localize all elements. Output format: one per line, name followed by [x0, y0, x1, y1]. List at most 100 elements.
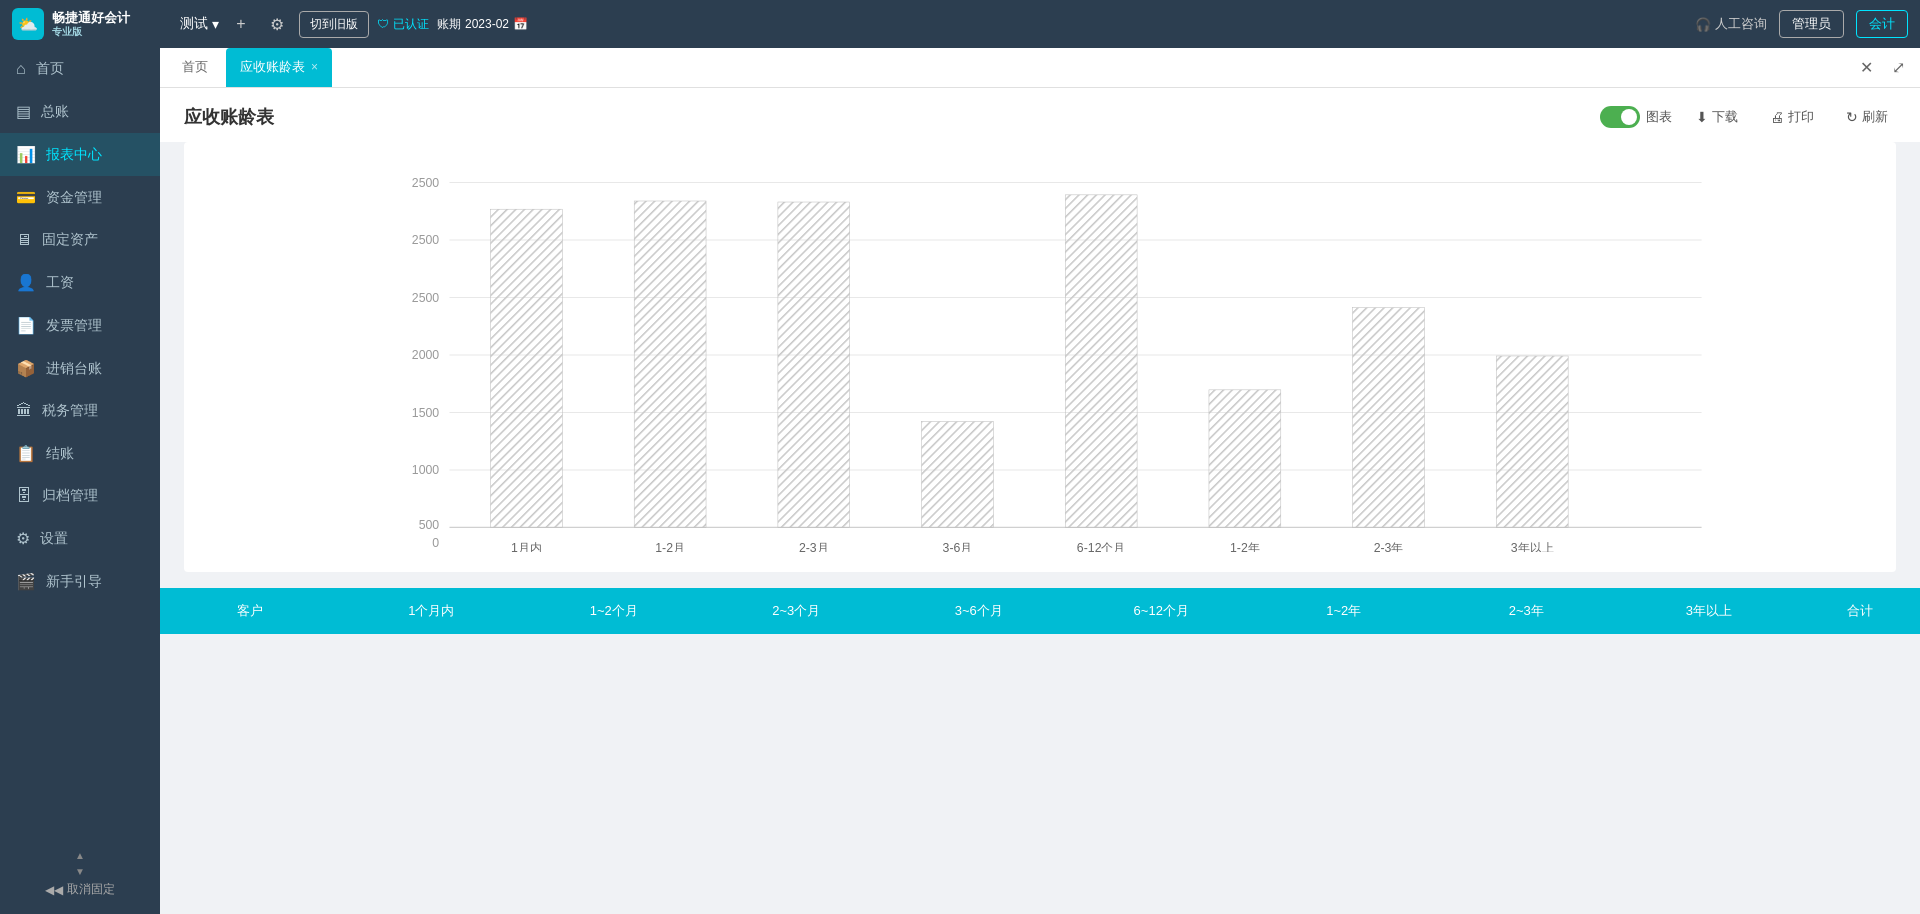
add-button[interactable]: +: [227, 10, 255, 38]
topbar-right: 🎧 人工咨询 管理员 会计: [1695, 10, 1908, 38]
sidebar-item-funds[interactable]: 💳资金管理: [0, 176, 160, 219]
sidebar-item-label: 发票管理: [46, 317, 102, 335]
sidebar-item-tax[interactable]: 🏛 税务管理: [0, 390, 160, 432]
user-button[interactable]: 管理员: [1779, 10, 1844, 38]
report-header: 应收账龄表 图表 ⬇ 下载 🖨 打印 ↻: [160, 88, 1920, 142]
tab-home[interactable]: 首页: [168, 48, 222, 87]
print-icon: 🖨: [1770, 109, 1784, 125]
scroll-up-button[interactable]: ▲: [70, 849, 90, 861]
svg-text:6-12个月: 6-12个月: [1077, 541, 1126, 552]
sidebar-item-wages[interactable]: 👤工资: [0, 261, 160, 304]
settings-icon: ⚙: [16, 529, 30, 548]
settings-button[interactable]: ⚙: [263, 10, 291, 38]
refresh-button[interactable]: ↻ 刷新: [1838, 104, 1896, 130]
svg-text:2500: 2500: [412, 233, 440, 247]
bar-1月内: [491, 209, 563, 527]
sidebar-item-label: 总账: [41, 103, 69, 121]
sidebar-item-label: 税务管理: [42, 402, 98, 420]
main-layout: ⌂首页▤总账📊报表中心💳资金管理🖥固定资产👤工资 📄 发票管理 📦 进销台账 🏛 税务管理 📋…: [0, 48, 1920, 914]
account-button[interactable]: 会计: [1856, 10, 1908, 38]
toggle-label: 图表: [1646, 108, 1672, 126]
logo-icon: ⛅: [12, 8, 44, 40]
project-selector[interactable]: 测试 ▾: [180, 15, 219, 33]
bar-6-12月: [1065, 195, 1137, 528]
page-content: 应收账龄表 图表 ⬇ 下载 🖨 打印 ↻: [160, 88, 1920, 914]
tab-bar: 首页 应收账龄表 × ✕ ⤢: [160, 48, 1920, 88]
bar-2-3月: [778, 202, 850, 527]
cancel-fixed-label: 取消固定: [67, 881, 115, 898]
chart-toggle[interactable]: [1600, 106, 1640, 128]
table-header-cell: 1个月内: [340, 588, 523, 634]
svg-text:1-2年: 1-2年: [1230, 541, 1260, 552]
close-icon: 📋: [16, 444, 36, 463]
purchases-icon: 📦: [16, 359, 36, 378]
assets-icon: 🖥: [16, 231, 32, 249]
scroll-down-button[interactable]: ▼: [70, 865, 90, 877]
tab-actions: ✕ ⤢: [1852, 54, 1912, 82]
sidebar-item-label: 报表中心: [46, 146, 102, 164]
period-badge: 账期 2023-02 📅: [437, 16, 528, 33]
guide-icon: 🎬: [16, 572, 36, 591]
tab-close-icon[interactable]: ×: [311, 60, 318, 74]
download-button[interactable]: ⬇ 下载: [1688, 104, 1746, 130]
svg-text:3年以上: 3年以上: [1511, 541, 1554, 552]
cancel-fixed-button[interactable]: ◀◀ 取消固定: [45, 881, 115, 898]
close-window-button[interactable]: ✕: [1852, 54, 1880, 82]
sidebar-item-purchases[interactable]: 📦 进销台账: [0, 347, 160, 390]
sidebar-item-label: 设置: [40, 530, 68, 548]
download-icon: ⬇: [1696, 109, 1708, 125]
headset-icon: 🎧: [1695, 17, 1711, 32]
project-name: 测试: [180, 15, 208, 33]
sidebar-item-close[interactable]: 📋 结账: [0, 432, 160, 475]
tab-label: 首页: [182, 58, 208, 76]
svg-text:2-3年: 2-3年: [1374, 541, 1404, 552]
expand-button[interactable]: ⤢: [1884, 54, 1912, 82]
bar-chart: 2500 2500 2500 2000 1500 1000 500 0: [234, 162, 1876, 552]
bar-1-2月: [634, 201, 706, 527]
table-header-cell: 3~6个月: [888, 588, 1071, 634]
sidebar-item-label: 新手引导: [46, 573, 102, 591]
sidebar-item-home[interactable]: ⌂首页: [0, 48, 160, 90]
topbar-nav: 测试 ▾ + ⚙ 切到旧版 🛡 已认证 账期 2023-02 📅: [172, 10, 1695, 38]
page-title: 应收账龄表: [184, 105, 274, 129]
tab-label: 应收账龄表: [240, 58, 305, 76]
table-header-cell: 3年以上: [1618, 588, 1801, 634]
sidebar-item-label: 工资: [46, 274, 74, 292]
svg-text:2000: 2000: [412, 348, 440, 362]
sidebar-item-archive[interactable]: 🗄归档管理: [0, 475, 160, 517]
bar-1-2年: [1209, 390, 1281, 528]
svg-text:2500: 2500: [412, 176, 440, 190]
sidebar-item-label: 结账: [46, 445, 74, 463]
sidebar-item-assets[interactable]: 🖥固定资产: [0, 219, 160, 261]
sidebar: ⌂首页▤总账📊报表中心💳资金管理🖥固定资产👤工资 📄 发票管理 📦 进销台账 🏛 税务管理 📋…: [0, 48, 160, 914]
svg-text:1月内: 1月内: [511, 541, 542, 552]
table-header-cell: 2~3年: [1435, 588, 1618, 634]
tab-ar-aging[interactable]: 应收账龄表 ×: [226, 48, 332, 87]
sidebar-item-label: 进销台账: [46, 360, 102, 378]
svg-text:1500: 1500: [412, 406, 440, 420]
print-button[interactable]: 🖨 打印: [1762, 104, 1822, 130]
app-logo: ⛅ 畅捷通好会计 专业版: [12, 8, 172, 40]
sidebar-item-label: 首页: [36, 60, 64, 78]
table-header-cell: 1~2年: [1253, 588, 1436, 634]
sidebar-item-invoices[interactable]: 📄 发票管理: [0, 304, 160, 347]
funds-icon: 💳: [16, 188, 36, 207]
svg-text:1-2月: 1-2月: [655, 541, 685, 552]
certified-badge: 🛡 已认证: [377, 16, 429, 33]
help-button[interactable]: 🎧 人工咨询: [1695, 15, 1767, 33]
invoices-icon: 📄: [16, 316, 36, 335]
tax-icon: 🏛: [16, 402, 32, 420]
sidebar-bottom: ▲ ▼ ◀◀ 取消固定: [0, 841, 160, 906]
sidebar-item-reports[interactable]: 📊报表中心: [0, 133, 160, 176]
chart-container: 2500 2500 2500 2000 1500 1000 500 0: [184, 142, 1896, 572]
sidebar-scroll: ⌂首页▤总账📊报表中心💳资金管理🖥固定资产👤工资 📄 发票管理 📦 进销台账 🏛 税务管理 📋…: [0, 48, 160, 914]
sidebar-item-settings[interactable]: ⚙ 设置: [0, 517, 160, 560]
switch-version-button[interactable]: 切到旧版: [299, 11, 369, 38]
topbar: ⛅ 畅捷通好会计 专业版 测试 ▾ + ⚙ 切到旧版 🛡 已认证 账期 2023…: [0, 0, 1920, 48]
pin-icon: ◀◀: [45, 883, 63, 897]
sidebar-item-ledger[interactable]: ▤总账: [0, 90, 160, 133]
table-header-cell: 1~2个月: [523, 588, 706, 634]
sidebar-item-guide[interactable]: 🎬 新手引导: [0, 560, 160, 603]
bar-3-6月: [922, 422, 994, 528]
table-header-cell: 6~12个月: [1070, 588, 1253, 634]
